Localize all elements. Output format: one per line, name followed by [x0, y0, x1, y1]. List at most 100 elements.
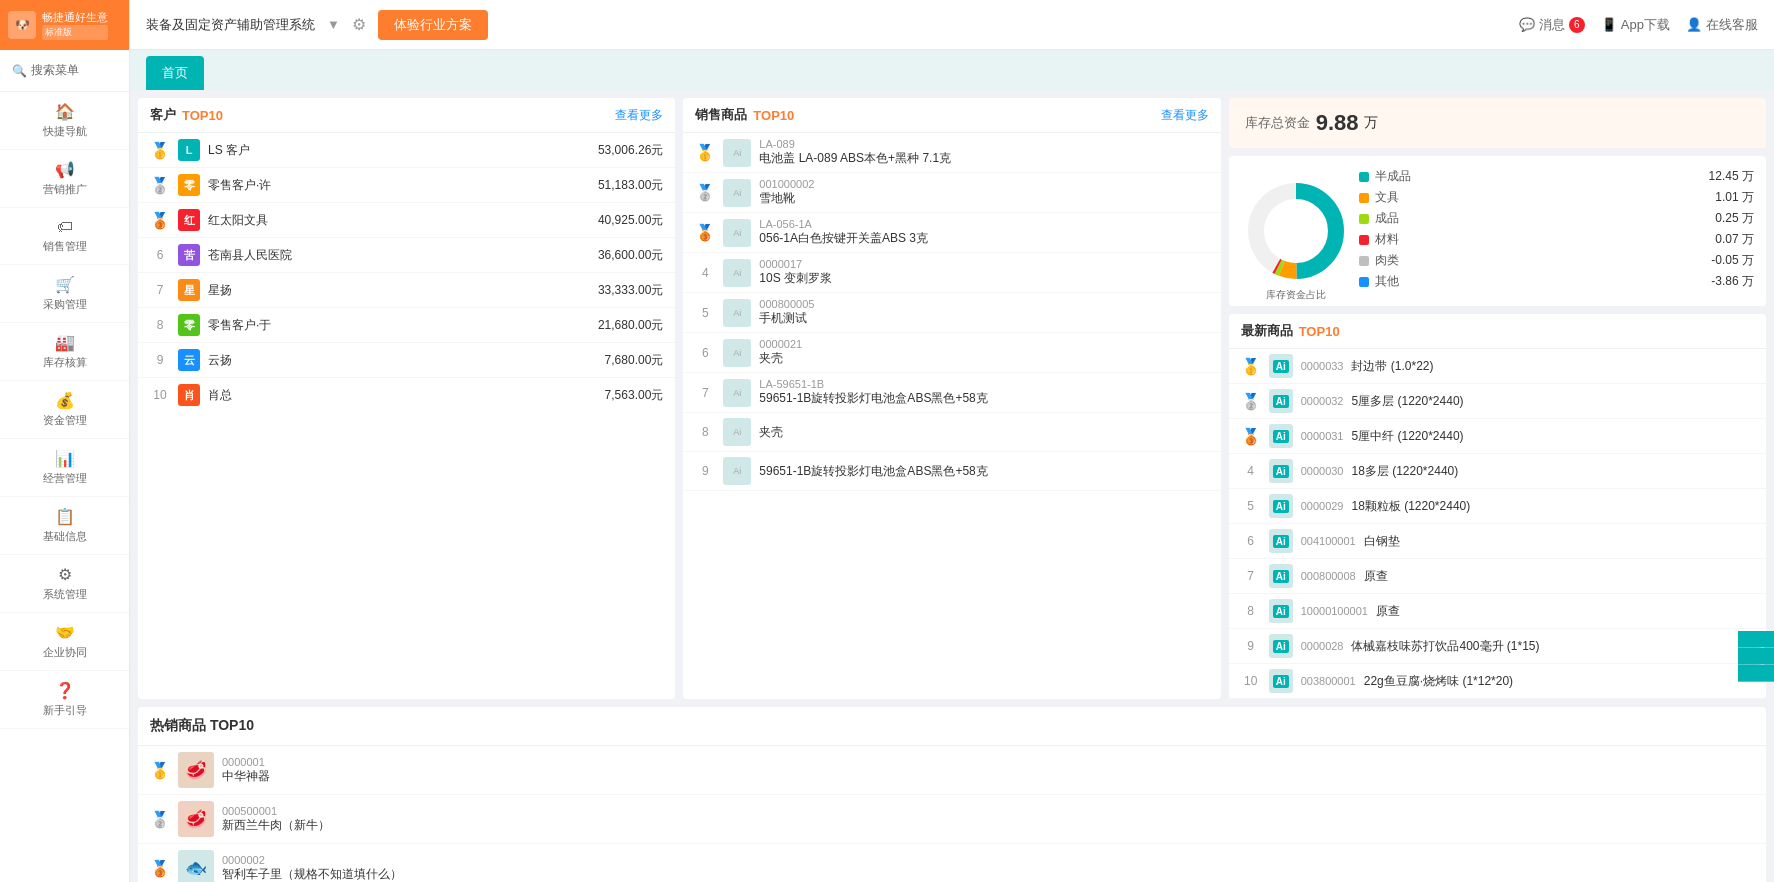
sale-prod-row-4: 4 Ai 0000017 10S 变刺罗浆 — [683, 253, 1220, 293]
new-prod-name-5: 18颗粒板 (1220*2440) — [1351, 498, 1470, 515]
sale-prod-thumb-5: Ai — [723, 299, 751, 327]
sales-products-rank: TOP10 — [753, 108, 794, 123]
sidebar-item-system[interactable]: ⚙ 系统管理 — [0, 555, 129, 613]
new-prod-name-8: 原查 — [1376, 603, 1400, 620]
sales-products-more[interactable]: 查看更多 — [1161, 107, 1209, 124]
sale-prod-info-4: 0000017 10S 变刺罗浆 — [759, 258, 1208, 287]
search-menu-area[interactable]: 🔍 搜索菜单 — [0, 50, 129, 92]
customer-name-7: 云扬 — [208, 352, 597, 369]
quicknav-icon: 🏠 — [55, 102, 75, 121]
sidebar-item-quicknav[interactable]: 🏠 快捷导航 — [0, 92, 129, 150]
new-products-panel: 最新商品 TOP10 🥇 Ai 0000033 封边带 (1.0*22) 🥈 A… — [1229, 314, 1766, 699]
float-btn-service[interactable]: 客服热线 — [1738, 631, 1774, 648]
new-prod-row-9: 9 Ai 0000028 体械嘉枝味苏打饮品400毫升 (1*15) — [1229, 629, 1766, 664]
sidebar-item-operation[interactable]: 📊 经营管理 — [0, 439, 129, 497]
new-products-title: 最新商品 — [1241, 322, 1293, 340]
new-prod-code-1: 0000033 — [1301, 360, 1344, 372]
sidebar-nav: 🏠 快捷导航 📢 营销推广 🏷 销售管理 🛒 采购管理 🏭 库存核算 💰 资金管… — [0, 92, 129, 882]
search-menu-button[interactable]: 🔍 搜索菜单 — [8, 58, 121, 83]
legend-item-stationery: 文具 1.01 万 — [1359, 189, 1754, 206]
system-dropdown-icon[interactable]: ▼ — [327, 17, 340, 32]
sale-prod-info-3: LA-056-1A 056-1A白色按键开关盖ABS 3克 — [759, 218, 1208, 247]
hot-prod-info-1: 0000001 中华神器 — [222, 756, 270, 785]
sidebar-item-purchase[interactable]: 🛒 采购管理 — [0, 265, 129, 323]
trial-button[interactable]: 体验行业方案 — [378, 10, 488, 40]
sidebar-item-sales[interactable]: 🏷 销售管理 — [0, 208, 129, 265]
new-prod-row-4: 4 Ai 0000030 18多层 (1220*2440) — [1229, 454, 1766, 489]
rank-medal-3: 🥉 — [150, 211, 170, 230]
sale-prod-info-1: LA-089 电池盖 LA-089 ABS本色+黑种 7.1克 — [759, 138, 1208, 167]
customer-avatar-3: 红 — [178, 209, 200, 231]
customer-avatar-8: 肖 — [178, 384, 200, 406]
sidebar-item-inventory[interactable]: 🏭 库存核算 — [0, 323, 129, 381]
legend-value-finished: 0.25 万 — [1715, 210, 1754, 227]
sale-prod-name-4: 10S 变刺罗浆 — [759, 270, 1208, 287]
hot-products-header: 热销商品 TOP10 — [138, 707, 1766, 746]
hot-prod-row-3: 🥉 🐟 0000002 智利车子里（规格不知道填什么） — [138, 844, 1766, 882]
settings-icon[interactable]: ⚙ — [352, 15, 366, 34]
float-btn-live[interactable]: 直播 — [1738, 665, 1774, 682]
sale-prod-thumb-2: Ai — [723, 179, 751, 207]
hot-prod-code-2: 000500001 — [222, 805, 330, 817]
new-rank-num-8: 8 — [1241, 604, 1261, 618]
sale-rank-num-5: 5 — [695, 306, 715, 320]
sidebar-item-base[interactable]: 📋 基础信息 — [0, 497, 129, 555]
new-rank-3: 🥉 — [1241, 427, 1261, 446]
new-rank-1: 🥇 — [1241, 357, 1261, 376]
sale-prod-code-2: 001000002 — [759, 178, 1208, 190]
new-prod-thumb-8: Ai — [1269, 599, 1293, 623]
customer-amount-6: 21,680.00元 — [598, 317, 663, 334]
system-label: 系统管理 — [43, 587, 87, 602]
new-prod-row-10: 10 Ai 003800001 22g鱼豆腐·烧烤味 (1*12*20) — [1229, 664, 1766, 699]
tab-home[interactable]: 首页 — [146, 56, 204, 90]
notification-badge: 6 — [1569, 17, 1585, 33]
legend-name-stationery: 文具 — [1375, 189, 1710, 206]
customer-amount-1: 53,006.26元 — [598, 142, 663, 159]
base-label: 基础信息 — [43, 529, 87, 544]
online-service-button[interactable]: 👤 在线客服 — [1686, 16, 1758, 34]
customers-top10-panel: 客户 TOP10 查看更多 🥇 L LS 客户 53,006.26元 🥈 零 零… — [138, 98, 675, 699]
legend-item-semifinished: 半成品 12.45 万 — [1359, 168, 1754, 185]
sidebar-item-newguide[interactable]: ❓ 新手引导 — [0, 671, 129, 729]
new-prod-row-5: 5 Ai 0000029 18颗粒板 (1220*2440) — [1229, 489, 1766, 524]
legend-item-material: 材料 0.07 万 — [1359, 231, 1754, 248]
customer-row-5: 7 星 星扬 33,333.00元 — [138, 273, 675, 308]
sale-prod-code-3: LA-056-1A — [759, 218, 1208, 230]
new-prod-row-7: 7 Ai 000800008 原查 — [1229, 559, 1766, 594]
legend-name-other: 其他 — [1375, 273, 1706, 290]
customers-more-link[interactable]: 查看更多 — [615, 107, 663, 124]
sale-prod-thumb-1: Ai — [723, 139, 751, 167]
rank-medal-2: 🥈 — [150, 176, 170, 195]
sale-rank-num-9: 9 — [695, 464, 715, 478]
hot-prod-name-2: 新西兰牛肉（新牛） — [222, 817, 330, 834]
sale-prod-thumb-4: Ai — [723, 259, 751, 287]
sale-rank-num-4: 4 — [695, 266, 715, 280]
inventory-total-unit: 万 — [1364, 114, 1378, 132]
logo-area: 🐶 畅捷通好生意 标准版 — [0, 0, 129, 50]
app-download-button[interactable]: 📱 App下载 — [1601, 16, 1670, 34]
legend-value-meat: -0.05 万 — [1711, 252, 1754, 269]
logo-text: 畅捷通好生意 — [42, 10, 108, 24]
main-scroll-area[interactable]: 客户 TOP10 查看更多 🥇 L LS 客户 53,006.26元 🥈 零 零… — [130, 90, 1774, 882]
sidebar: 🐶 畅捷通好生意 标准版 🔍 搜索菜单 🏠 快捷导航 📢 营销推广 🏷 销售管理… — [0, 0, 130, 882]
customer-avatar-7: 云 — [178, 349, 200, 371]
sidebar-item-cooperation[interactable]: 🤝 企业协同 — [0, 613, 129, 671]
new-prod-thumb-5: Ai — [1269, 494, 1293, 518]
hot-prod-info-2: 000500001 新西兰牛肉（新牛） — [222, 805, 330, 834]
rank-num-6: 8 — [150, 318, 170, 332]
new-prod-name-9: 体械嘉枝味苏打饮品400毫升 (1*15) — [1351, 638, 1539, 655]
legend-name-material: 材料 — [1375, 231, 1710, 248]
hot-products-list: 🥇 🥩 0000001 中华神器 🥈 🥩 000500001 新西兰牛肉（新牛） — [138, 746, 1766, 882]
operation-label: 经营管理 — [43, 471, 87, 486]
finance-label: 资金管理 — [43, 413, 87, 428]
sidebar-item-marketing[interactable]: 📢 营销推广 — [0, 150, 129, 208]
customer-name-8: 肖总 — [208, 387, 597, 404]
notifications-button[interactable]: 💬 消息 6 — [1519, 16, 1585, 34]
float-btn-community[interactable]: 服务社区 — [1738, 648, 1774, 665]
new-prod-name-1: 封边带 (1.0*22) — [1351, 358, 1433, 375]
inventory-label: 库存核算 — [43, 355, 87, 370]
customer-amount-5: 33,333.00元 — [598, 282, 663, 299]
sidebar-item-finance[interactable]: 💰 资金管理 — [0, 381, 129, 439]
inventory-chart-card: 库存资金占比 半成品 12.45 万 文具 1.01 万 — [1229, 156, 1766, 306]
sale-prod-info-7: LA-59651-1B 59651-1B旋转投影灯电池盒ABS黑色+58克 — [759, 378, 1208, 407]
